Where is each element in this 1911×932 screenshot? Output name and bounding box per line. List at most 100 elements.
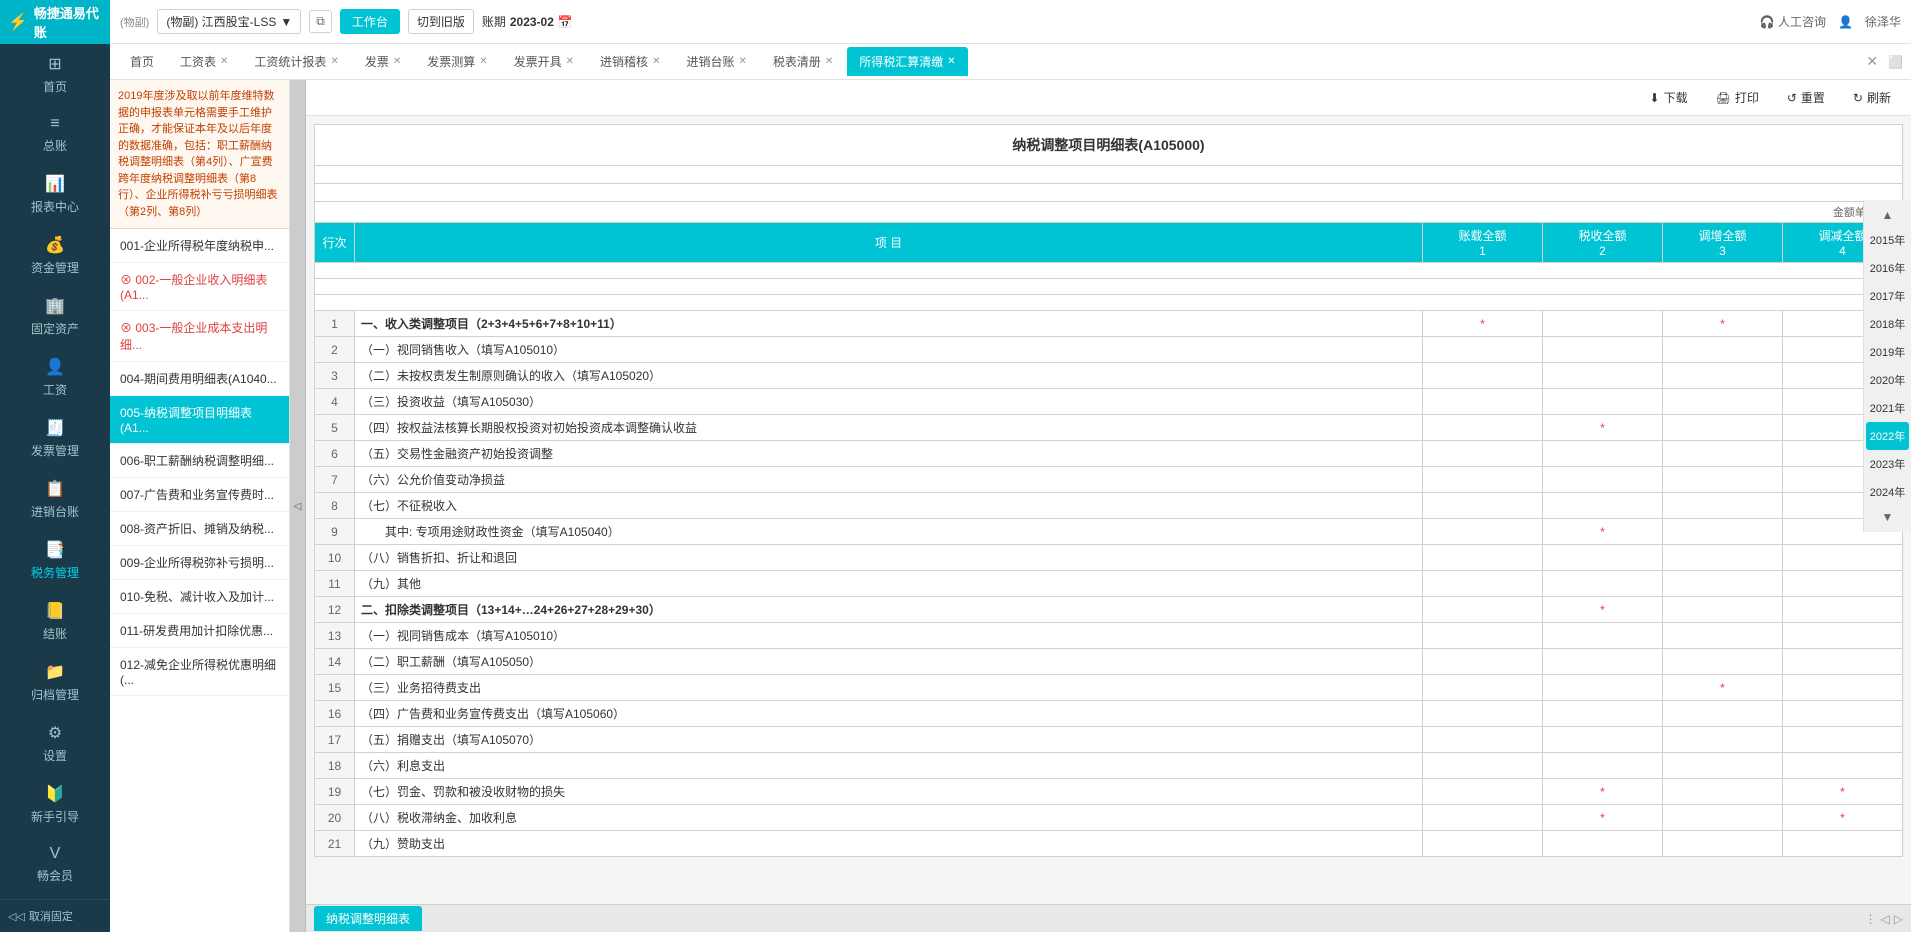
tab-9[interactable]: 所得税汇算清缴✕ [847, 47, 967, 76]
year-item-2019年[interactable]: 2019年 [1866, 338, 1909, 366]
sidebar-item-固定资产[interactable]: 🏢固定资产 [0, 286, 110, 347]
reset-btn[interactable]: ↺ 重置 [1779, 86, 1833, 109]
row-col3-cell[interactable] [1663, 467, 1783, 493]
year-item-2024年[interactable]: 2024年 [1866, 478, 1909, 506]
row-col2-cell[interactable] [1543, 337, 1663, 363]
tab-4[interactable]: 发票测算✕ [415, 47, 499, 76]
row-col3-cell[interactable] [1663, 623, 1783, 649]
switch-old-btn[interactable]: 切到旧版 [408, 9, 474, 34]
row-col3-cell[interactable]: * [1663, 675, 1783, 701]
row-col2-cell[interactable] [1543, 545, 1663, 571]
year-item-2021年[interactable]: 2021年 [1866, 394, 1909, 422]
row-col1-cell[interactable]: * [1423, 311, 1543, 337]
year-item-2020年[interactable]: 2020年 [1866, 366, 1909, 394]
row-col3-cell[interactable] [1663, 649, 1783, 675]
row-col2-cell[interactable] [1543, 753, 1663, 779]
left-menu-item-002[interactable]: ⊗ 002-一般企业收入明细表(A1... [110, 263, 289, 311]
row-col1-cell[interactable] [1423, 727, 1543, 753]
row-col3-cell[interactable] [1663, 389, 1783, 415]
row-col1-cell[interactable] [1423, 623, 1543, 649]
row-col4-cell[interactable] [1783, 831, 1903, 857]
year-item-2015年[interactable]: 2015年 [1866, 226, 1909, 254]
row-col4-cell[interactable] [1783, 727, 1903, 753]
tab-8[interactable]: 税表清册✕ [761, 47, 845, 76]
table-wrapper[interactable]: 纳税调整项目明细表(A105000)金额单位: 元 行次 项 目 账载全额1 税… [306, 116, 1911, 904]
sidebar-item-归档管理[interactable]: 📁归档管理 [0, 652, 110, 713]
row-col4-cell[interactable] [1783, 623, 1903, 649]
row-col3-cell[interactable] [1663, 753, 1783, 779]
row-col2-cell[interactable] [1543, 649, 1663, 675]
maximize-icon[interactable]: ⬜ [1888, 55, 1903, 69]
left-menu-item-012[interactable]: 012-减免企业所得税优惠明细(... [110, 648, 289, 696]
row-col1-cell[interactable] [1423, 415, 1543, 441]
row-col1-cell[interactable] [1423, 831, 1543, 857]
row-col4-cell[interactable] [1783, 545, 1903, 571]
row-col3-cell[interactable] [1663, 415, 1783, 441]
left-menu-item-005[interactable]: 005-纳税调整项目明细表(A1... [110, 396, 289, 444]
row-col1-cell[interactable] [1423, 363, 1543, 389]
scroll-left-icon[interactable]: ◁ [1881, 912, 1890, 926]
row-col1-cell[interactable] [1423, 441, 1543, 467]
service-btn[interactable]: 🎧 人工咨询 [1760, 13, 1826, 30]
row-col4-cell[interactable] [1783, 571, 1903, 597]
row-col1-cell[interactable] [1423, 753, 1543, 779]
sidebar-item-总账[interactable]: ≡总账 [0, 105, 110, 164]
tab-6[interactable]: 进销稽核✕ [588, 47, 672, 76]
row-col1-cell[interactable] [1423, 493, 1543, 519]
company-dropdown[interactable]: (物副) 江西股宝-LSS ▼ [157, 9, 301, 34]
row-col4-cell[interactable]: * [1783, 779, 1903, 805]
row-col3-cell[interactable] [1663, 337, 1783, 363]
row-col3-cell[interactable]: * [1663, 311, 1783, 337]
row-col2-cell[interactable] [1543, 493, 1663, 519]
row-col2-cell[interactable] [1543, 363, 1663, 389]
tab-1[interactable]: 工资表✕ [168, 47, 240, 76]
tab-close-9[interactable]: ✕ [947, 56, 955, 67]
row-col3-cell[interactable] [1663, 727, 1783, 753]
sidebar-item-畅会员[interactable]: V畅会员 [0, 835, 110, 894]
year-item-2017年[interactable]: 2017年 [1866, 282, 1909, 310]
left-menu-item-001[interactable]: 001-企业所得税年度纳税申... [110, 229, 289, 263]
scroll-right-icon[interactable]: ▷ [1894, 912, 1903, 926]
row-col1-cell[interactable] [1423, 701, 1543, 727]
left-menu-item-007[interactable]: 007-广告费和业务宣传费时... [110, 478, 289, 512]
row-col2-cell[interactable] [1543, 571, 1663, 597]
row-col1-cell[interactable] [1423, 649, 1543, 675]
row-col4-cell[interactable] [1783, 649, 1903, 675]
tab-close-5[interactable]: ✕ [566, 56, 574, 67]
row-col1-cell[interactable] [1423, 805, 1543, 831]
left-menu-item-008[interactable]: 008-资产折旧、摊销及纳税... [110, 512, 289, 546]
tab-0[interactable]: 首页 [118, 47, 166, 76]
row-col1-cell[interactable] [1423, 545, 1543, 571]
row-col1-cell[interactable] [1423, 597, 1543, 623]
bottom-tab-item[interactable]: 纳税调整明细表 [314, 906, 422, 931]
year-item-2022年[interactable]: 2022年 [1866, 422, 1909, 450]
row-col3-cell[interactable] [1663, 545, 1783, 571]
row-col4-cell[interactable] [1783, 597, 1903, 623]
sidebar-item-新手引导[interactable]: 🔰新手引导 [0, 774, 110, 835]
left-menu-item-004[interactable]: 004-期间费用明细表(A1040... [110, 362, 289, 396]
row-col3-cell[interactable] [1663, 597, 1783, 623]
tab-close-3[interactable]: ✕ [393, 56, 401, 67]
row-col3-cell[interactable] [1663, 831, 1783, 857]
sidebar-item-报表中心[interactable]: 📊报表中心 [0, 164, 110, 225]
row-col1-cell[interactable] [1423, 467, 1543, 493]
row-col3-cell[interactable] [1663, 805, 1783, 831]
tab-close-2[interactable]: ✕ [330, 56, 338, 67]
row-col2-cell[interactable]: * [1543, 597, 1663, 623]
row-col3-cell[interactable] [1663, 519, 1783, 545]
year-item-2023年[interactable]: 2023年 [1866, 450, 1909, 478]
row-col2-cell[interactable] [1543, 701, 1663, 727]
row-col2-cell[interactable] [1543, 389, 1663, 415]
sidebar-item-进销台账[interactable]: 📋进销台账 [0, 469, 110, 530]
year-down-btn[interactable]: ▼ [1878, 506, 1898, 528]
tab-7[interactable]: 进销台账✕ [674, 47, 758, 76]
row-col2-cell[interactable] [1543, 623, 1663, 649]
row-col3-cell[interactable] [1663, 441, 1783, 467]
tab-2[interactable]: 工资统计报表✕ [242, 47, 350, 76]
refresh-btn[interactable]: ↻ 刷新 [1845, 86, 1899, 109]
sidebar-item-设置[interactable]: ⚙设置 [0, 713, 110, 774]
tab-close-4[interactable]: ✕ [479, 56, 487, 67]
left-menu-item-011[interactable]: 011-研发费用加计扣除优惠... [110, 614, 289, 648]
year-item-2016年[interactable]: 2016年 [1866, 254, 1909, 282]
row-col1-cell[interactable] [1423, 337, 1543, 363]
